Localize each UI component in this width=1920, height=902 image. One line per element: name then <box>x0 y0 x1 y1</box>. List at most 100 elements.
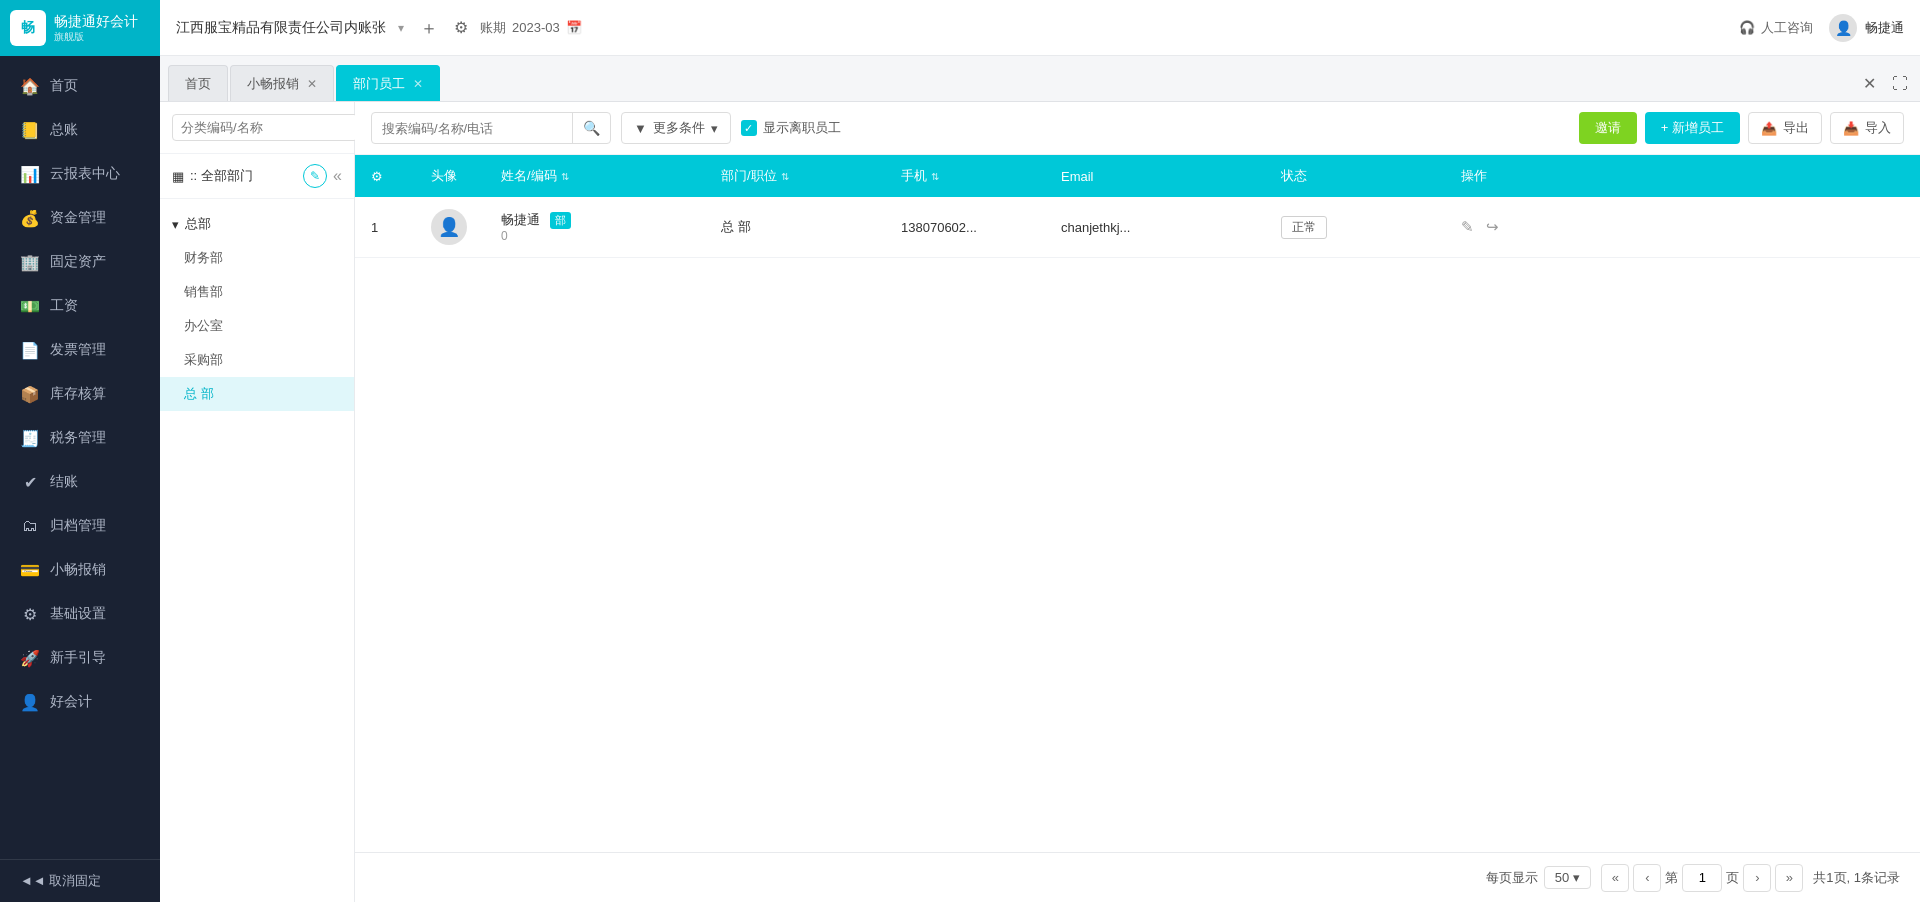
add-employee-button[interactable]: + 新增员工 <box>1645 112 1740 144</box>
sidebar-item-helper[interactable]: 👤 好会计 <box>0 680 160 724</box>
employee-code: 0 <box>501 229 689 243</box>
row-avatar: 👤 <box>415 197 485 258</box>
payroll-icon: 💵 <box>20 296 40 316</box>
ledger-icon: 📒 <box>20 120 40 140</box>
dept-tree: ▾ 总部 财务部 销售部 办公室 采购部 总 部 <box>160 199 354 902</box>
dept-item-purchasing[interactable]: 采购部 <box>160 343 354 377</box>
more-filter-button[interactable]: ▼ 更多条件 ▾ <box>621 112 731 144</box>
logout-icon[interactable]: ↪ <box>1486 218 1499 236</box>
period-selector[interactable]: 账期 2023-03 📅 <box>480 19 582 37</box>
sidebar-item-settings[interactable]: ⚙ 基础设置 <box>0 592 160 636</box>
page-suffix: 页 <box>1726 869 1739 887</box>
sidebar-item-invoice[interactable]: 📄 发票管理 <box>0 328 160 372</box>
th-dept-label: 部门/职位 <box>721 167 777 185</box>
sidebar: 畅 畅捷通好会计 旗舰版 🏠 首页 📒 总账 📊 云报表中心 💰 资金管理 🏢 … <box>0 0 160 902</box>
right-panel: 🔍 ▼ 更多条件 ▾ ✓ 显示离职员工 邀请 + 新增员工 <box>355 102 1920 902</box>
all-dept-button[interactable]: ▦ :: 全部部门 <box>172 167 253 185</box>
dept-search-input[interactable] <box>172 114 358 141</box>
dept-item-sales[interactable]: 销售部 <box>160 275 354 309</box>
import-button[interactable]: 📥 导入 <box>1830 112 1904 144</box>
import-icon: 📥 <box>1843 121 1859 136</box>
th-gear[interactable]: ⚙ <box>355 155 415 197</box>
dept-edit-icon[interactable]: ✎ <box>303 164 327 188</box>
sidebar-item-closing[interactable]: ✔ 结账 <box>0 460 160 504</box>
employee-search-box: 🔍 <box>371 112 611 144</box>
home-icon: 🏠 <box>20 76 40 96</box>
dept-purchasing-label: 采购部 <box>184 352 223 367</box>
dept-item-headquarters[interactable]: 总 部 <box>160 377 354 411</box>
page-number-input[interactable] <box>1682 864 1722 892</box>
sidebar-item-assets[interactable]: 🏢 固定资产 <box>0 240 160 284</box>
calendar-icon: 📅 <box>566 20 582 35</box>
sidebar-item-ledger[interactable]: 📒 总账 <box>0 108 160 152</box>
sidebar-item-reports[interactable]: 📊 云报表中心 <box>0 152 160 196</box>
sidebar-item-expense[interactable]: 💳 小畅报销 <box>0 548 160 592</box>
invite-button[interactable]: 邀请 <box>1579 112 1637 144</box>
logo-subtitle: 旗舰版 <box>54 30 138 44</box>
add-company-icon[interactable]: ＋ <box>416 16 442 40</box>
page-first-button[interactable]: « <box>1601 864 1629 892</box>
sidebar-item-archive[interactable]: 🗂 归档管理 <box>0 504 160 548</box>
tab-expand-icon[interactable]: ⛶ <box>1888 71 1912 97</box>
sidebar-item-tax[interactable]: 🧾 税务管理 <box>0 416 160 460</box>
dept-item-finance[interactable]: 财务部 <box>160 241 354 275</box>
all-dept-label: :: 全部部门 <box>190 167 253 185</box>
th-phone[interactable]: 手机 ⇅ <box>885 155 1045 197</box>
sidebar-item-label: 好会计 <box>50 693 92 711</box>
tab-home-label: 首页 <box>185 75 211 93</box>
sidebar-item-guide[interactable]: 🚀 新手引导 <box>0 636 160 680</box>
employee-name: 畅捷通 <box>501 211 540 229</box>
page-prev-button[interactable]: ‹ <box>1633 864 1661 892</box>
dept-item-office[interactable]: 办公室 <box>160 309 354 343</box>
period-value: 2023-03 <box>512 20 560 35</box>
tab-expense[interactable]: 小畅报销 ✕ <box>230 65 334 101</box>
helper-icon: 👤 <box>20 692 40 712</box>
total-records-label: 共1页, 1条记录 <box>1813 869 1900 887</box>
toolbar-right: 邀请 + 新增员工 📤 导出 📥 导入 <box>1579 112 1904 144</box>
topbar-right: 🎧 人工咨询 👤 畅捷通 <box>1739 14 1904 42</box>
tab-expense-close[interactable]: ✕ <box>307 77 317 91</box>
guide-icon: 🚀 <box>20 648 40 668</box>
sidebar-item-label: 总账 <box>50 121 78 139</box>
company-settings-icon[interactable]: ⚙ <box>454 18 468 37</box>
sidebar-item-payroll[interactable]: 💵 工资 <box>0 284 160 328</box>
tab-close-icon[interactable]: ✕ <box>1859 70 1880 97</box>
employee-search-input[interactable] <box>372 121 572 136</box>
tab-home[interactable]: 首页 <box>168 65 228 101</box>
page-next-button[interactable]: › <box>1743 864 1771 892</box>
th-avatar-label: 头像 <box>431 168 457 183</box>
row-status: 正常 <box>1265 197 1445 258</box>
user-name: 畅捷通 <box>1865 19 1904 37</box>
company-dropdown-icon[interactable]: ▾ <box>398 21 404 35</box>
th-name-code[interactable]: 姓名/编码 ⇅ <box>485 155 705 197</box>
sidebar-unpin-button[interactable]: ◄◄ 取消固定 <box>0 859 160 902</box>
settings-icon: ⚙ <box>20 604 40 624</box>
content-area: 🔍 ▦ :: 全部部门 ✎ « ▾ 总部 财务部 <box>160 102 1920 902</box>
dept-item-general[interactable]: ▾ 总部 <box>160 207 354 241</box>
sidebar-item-label: 新手引导 <box>50 649 106 667</box>
support-label: 人工咨询 <box>1761 19 1813 37</box>
inventory-icon: 📦 <box>20 384 40 404</box>
support-button[interactable]: 🎧 人工咨询 <box>1739 19 1813 37</box>
page-last-button[interactable]: » <box>1775 864 1803 892</box>
sidebar-item-funds[interactable]: 💰 资金管理 <box>0 196 160 240</box>
tab-dept-close[interactable]: ✕ <box>413 77 423 91</box>
th-dept-position[interactable]: 部门/职位 ⇅ <box>705 155 885 197</box>
sidebar-item-label: 固定资产 <box>50 253 106 271</box>
dept-collapse-icon[interactable]: « <box>333 167 342 185</box>
show-resigned-checkbox[interactable]: ✓ 显示离职员工 <box>741 119 841 137</box>
sidebar-unpin-label: ◄◄ 取消固定 <box>20 872 101 890</box>
user-menu[interactable]: 👤 畅捷通 <box>1829 14 1904 42</box>
sidebar-item-home[interactable]: 🏠 首页 <box>0 64 160 108</box>
dept-office-label: 办公室 <box>184 318 223 333</box>
edit-icon[interactable]: ✎ <box>1461 218 1474 236</box>
tab-dept-staff[interactable]: 部门员工 ✕ <box>336 65 440 101</box>
page-navigation: « ‹ 第 页 › » <box>1601 864 1803 892</box>
employee-search-button[interactable]: 🔍 <box>572 113 610 143</box>
sidebar-item-label: 首页 <box>50 77 78 95</box>
per-page-label: 每页显示 <box>1486 869 1538 887</box>
sidebar-item-inventory[interactable]: 📦 库存核算 <box>0 372 160 416</box>
export-button[interactable]: 📤 导出 <box>1748 112 1822 144</box>
dept-panel: 🔍 ▦ :: 全部部门 ✎ « ▾ 总部 财务部 <box>160 102 355 902</box>
page-size-dropdown[interactable]: 50 ▾ <box>1544 866 1591 889</box>
